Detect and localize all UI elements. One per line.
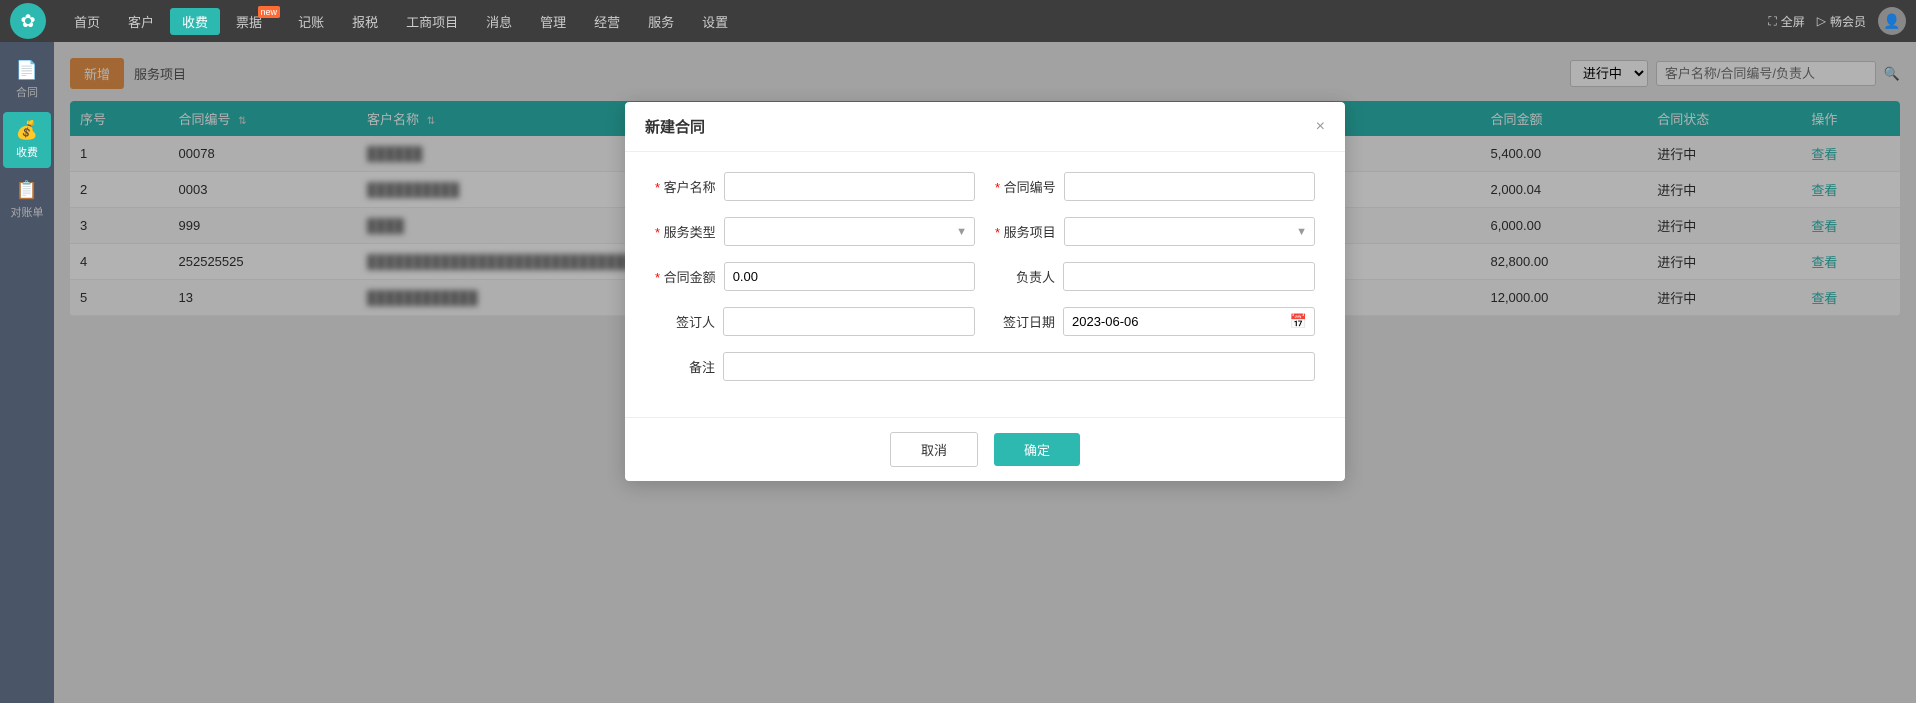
customer-name-input[interactable] <box>724 172 975 201</box>
remark-group: 备注 <box>655 352 1315 381</box>
cancel-button[interactable]: 取消 <box>890 432 978 467</box>
sidebar-fee-label: 收费 <box>16 144 38 160</box>
customer-name-group: 客户名称 <box>655 172 975 201</box>
nav-message[interactable]: 消息 <box>474 8 524 35</box>
modal-title: 新建合同 <box>645 116 705 137</box>
remark-label: 备注 <box>655 357 715 376</box>
sign-date-label: 签订日期 <box>995 312 1055 331</box>
fullscreen-button[interactable]: ⛶ 全屏 <box>1768 13 1804 30</box>
nav-items: 首页 客户 收费 票据 new 记账 报税 工商项目 消息 管理 经营 服务 设… <box>62 8 1768 35</box>
nav-right: ⛶ 全屏 ▷ 畅会员 👤 <box>1768 7 1906 35</box>
statement-icon: 📋 <box>16 180 38 201</box>
vip-button[interactable]: ▷ 畅会员 <box>1817 13 1866 30</box>
contract-amount-input[interactable] <box>724 262 975 291</box>
nav-manage[interactable]: 管理 <box>528 8 578 35</box>
nav-settings[interactable]: 设置 <box>690 8 740 35</box>
vip-label: 畅会员 <box>1830 13 1866 30</box>
main-layout: 📄 合同 💰 收费 📋 对账单 新增 服务项目 进行中 已完成 已终止 � <box>0 42 1916 703</box>
service-item-label: 服务项目 <box>995 222 1056 241</box>
signer-input[interactable] <box>723 307 975 336</box>
contract-icon: 📄 <box>16 60 38 81</box>
form-row-3: 合同金额 负责人 <box>655 262 1315 291</box>
form-row-1: 客户名称 合同编号 <box>655 172 1315 201</box>
service-item-select[interactable] <box>1064 217 1315 246</box>
contract-no-input[interactable] <box>1064 172 1315 201</box>
modal-footer: 取消 确定 <box>625 417 1345 481</box>
nav-customer[interactable]: 客户 <box>116 8 166 35</box>
service-item-group: 服务项目 ▼ <box>995 217 1315 246</box>
responsible-label: 负责人 <box>995 267 1055 286</box>
sign-date-input[interactable] <box>1063 307 1315 336</box>
nav-bookkeeping[interactable]: 记账 <box>286 8 336 35</box>
sidebar-item-contract[interactable]: 📄 合同 <box>3 52 51 108</box>
service-item-select-wrapper: ▼ <box>1064 217 1315 246</box>
nav-business[interactable]: 工商项目 <box>394 8 470 35</box>
fee-icon: 💰 <box>16 120 38 141</box>
modal-header: 新建合同 × <box>625 102 1345 152</box>
sidebar-item-statement[interactable]: 📋 对账单 <box>3 172 51 228</box>
service-type-select[interactable] <box>724 217 975 246</box>
contract-amount-label: 合同金额 <box>655 267 716 286</box>
modal-close-button[interactable]: × <box>1316 118 1325 136</box>
remark-input[interactable] <box>723 352 1315 381</box>
new-contract-modal: 新建合同 × 客户名称 合同编号 <box>625 102 1345 481</box>
avatar-icon: 👤 <box>1883 13 1900 30</box>
new-badge: new <box>258 6 281 18</box>
logo-icon: ✿ <box>20 11 35 32</box>
signer-label: 签订人 <box>655 312 715 331</box>
customer-name-label: 客户名称 <box>655 177 716 196</box>
confirm-button[interactable]: 确定 <box>994 433 1080 466</box>
responsible-input[interactable] <box>1063 262 1315 291</box>
form-row-5: 备注 <box>655 352 1315 381</box>
sidebar-statement-label: 对账单 <box>11 204 44 220</box>
sidebar: 📄 合同 💰 收费 📋 对账单 <box>0 42 54 703</box>
service-type-group: 服务类型 ▼ <box>655 217 975 246</box>
top-nav: ✿ 首页 客户 收费 票据 new 记账 报税 工商项目 消息 管理 经营 服务… <box>0 0 1916 42</box>
contract-no-group: 合同编号 <box>995 172 1315 201</box>
sidebar-contract-label: 合同 <box>16 84 38 100</box>
nav-home[interactable]: 首页 <box>62 8 112 35</box>
fullscreen-icon: ⛶ <box>1768 14 1776 29</box>
sign-date-wrapper: 📅 <box>1063 307 1315 336</box>
contract-no-label: 合同编号 <box>995 177 1056 196</box>
nav-service[interactable]: 服务 <box>636 8 686 35</box>
sign-date-group: 签订日期 📅 <box>995 307 1315 336</box>
play-icon: ▷ <box>1817 14 1826 28</box>
contract-amount-group: 合同金额 <box>655 262 975 291</box>
responsible-group: 负责人 <box>995 262 1315 291</box>
logo[interactable]: ✿ <box>10 3 46 39</box>
modal-overlay: 新建合同 × 客户名称 合同编号 <box>54 42 1916 703</box>
nav-fee[interactable]: 收费 <box>170 8 220 35</box>
form-row-4: 签订人 签订日期 📅 <box>655 307 1315 336</box>
service-type-label: 服务类型 <box>655 222 716 241</box>
sidebar-item-fee[interactable]: 💰 收费 <box>3 112 51 168</box>
nav-invoice[interactable]: 票据 new <box>224 8 282 35</box>
avatar[interactable]: 👤 <box>1878 7 1906 35</box>
nav-tax[interactable]: 报税 <box>340 8 390 35</box>
service-type-select-wrapper: ▼ <box>724 217 975 246</box>
content-area: 新增 服务项目 进行中 已完成 已终止 🔍 序号 合同编号 ⇅ <box>54 42 1916 703</box>
form-row-2: 服务类型 ▼ 服务项目 ▼ <box>655 217 1315 246</box>
modal-body: 客户名称 合同编号 服务类型 <box>625 152 1345 417</box>
nav-operation[interactable]: 经营 <box>582 8 632 35</box>
signer-group: 签订人 <box>655 307 975 336</box>
fullscreen-label: 全屏 <box>1781 13 1805 30</box>
